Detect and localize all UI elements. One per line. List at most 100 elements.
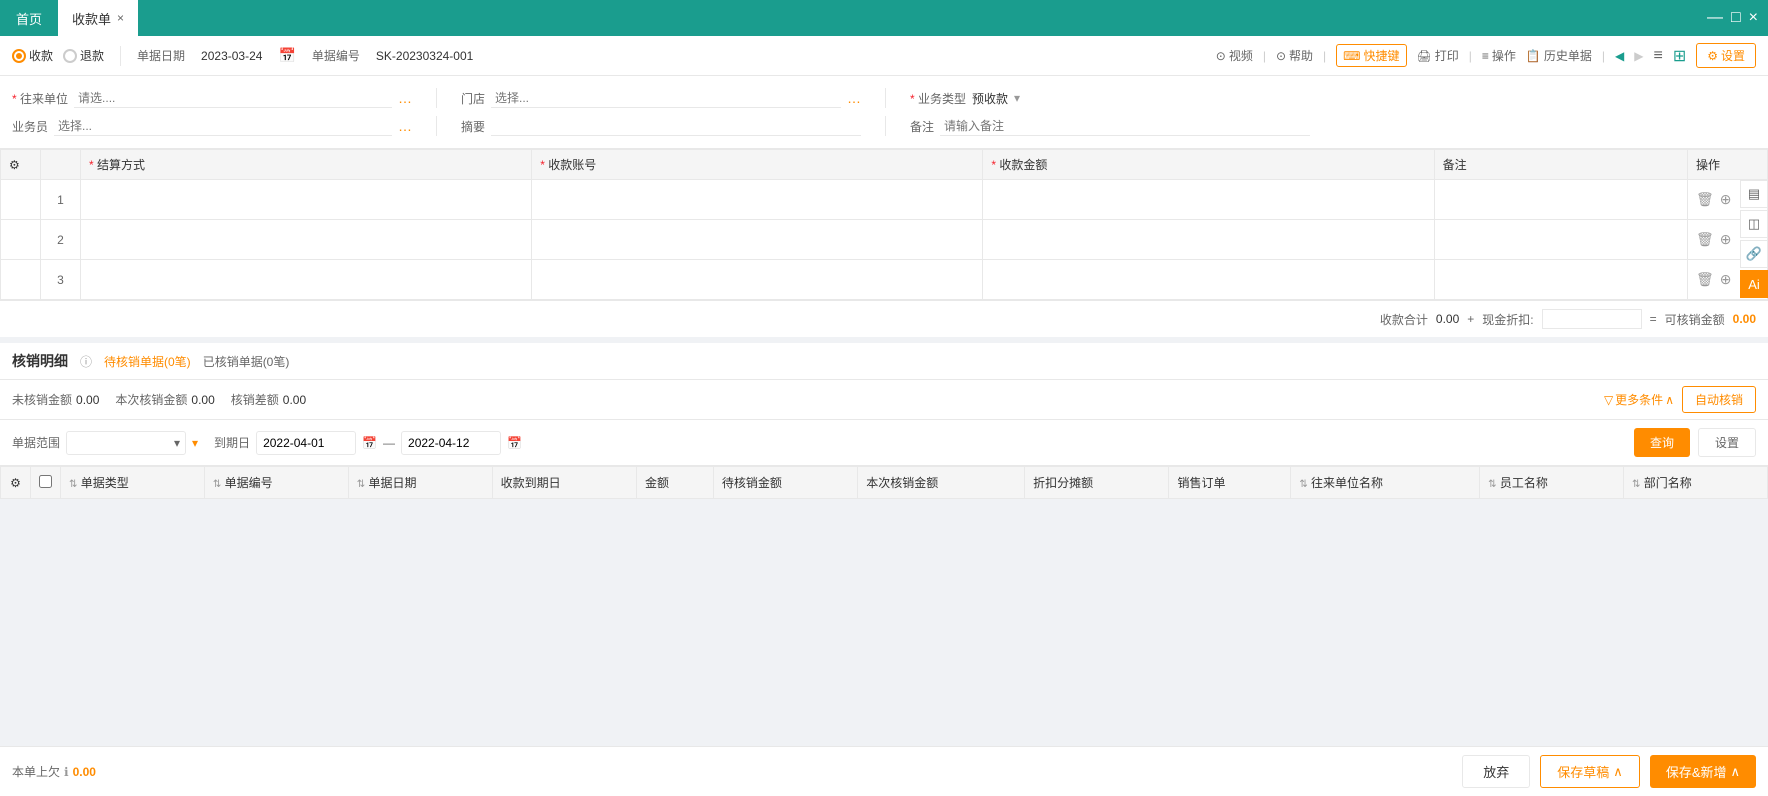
date-value: 2023-03-24	[201, 49, 262, 63]
settings-col-header[interactable]: ⚙	[1, 150, 41, 180]
date-from-input[interactable]	[256, 431, 356, 455]
date-to-input[interactable]	[401, 431, 501, 455]
sidebar-link-icon[interactable]: 🔗	[1740, 240, 1768, 268]
sort-icon[interactable]: ⇅	[69, 479, 77, 490]
form-row-1: 往来单位 … 门店 … 业务类型 预收款 ▾	[12, 84, 1756, 112]
data-table-header: ⚙ ⇅ 单据类型 ⇅ 单据编号	[1, 467, 1768, 499]
row-2-remarks[interactable]	[1434, 220, 1687, 260]
business-type-dropdown-icon[interactable]: ▾	[1014, 91, 1020, 105]
refund-radio[interactable]: 退款	[63, 47, 104, 64]
salesperson-input[interactable]	[54, 117, 392, 136]
prev-icon[interactable]: ◀	[1615, 49, 1624, 63]
summary-input[interactable]	[491, 117, 861, 136]
next-icon[interactable]: ▶	[1634, 49, 1643, 63]
filter-setting-btn[interactable]: 设置	[1698, 428, 1756, 457]
shop-input[interactable]	[491, 89, 841, 108]
query-btn[interactable]: 查询	[1634, 428, 1690, 457]
setting-button[interactable]: ⚙ 设置	[1696, 43, 1756, 68]
right-sidebar: ▤ ◫ 🔗 Ai	[1740, 180, 1768, 298]
shortcut-btn[interactable]: ⌨ 快捷键	[1336, 44, 1406, 67]
list-view-icon[interactable]: ≡	[1653, 47, 1662, 65]
checkbox-th[interactable]	[31, 467, 61, 499]
sidebar-table-icon[interactable]: ▤	[1740, 180, 1768, 208]
table2-settings-icon[interactable]: ⚙	[10, 476, 21, 490]
main-content: 收款 退款 单据日期 2023-03-24 📅 单据编号 SK-20230324…	[0, 36, 1768, 796]
row-3-amount[interactable]	[983, 260, 1434, 300]
remarks-input[interactable]	[940, 117, 1310, 136]
verification-stats: 未核销金额 0.00 本次核销金额 0.00 核销差额 0.00 ▽ 更多条件 …	[0, 380, 1768, 420]
row-3-account[interactable]	[532, 260, 983, 300]
row-2-account[interactable]	[532, 220, 983, 260]
verification-section: 核销明细 ⓘ 待核销单据(0笔) 已核销单据(0笔) 未核销金额 0.00 本次…	[0, 343, 1768, 499]
table-settings-icon[interactable]: ⚙	[9, 158, 20, 172]
maximize-icon[interactable]: □	[1731, 9, 1741, 27]
row-2-copy-icon[interactable]: ⊕	[1720, 231, 1732, 248]
salesperson-more-icon[interactable]: …	[398, 118, 412, 134]
calendar-to-icon[interactable]: 📅	[507, 436, 522, 450]
tab-receipt[interactable]: 收款单 ×	[58, 0, 138, 36]
table-header-row: ⚙ 结算方式 收款账号 收款金额 备注 操作	[1, 150, 1768, 180]
more-conditions-btn[interactable]: ▽ 更多条件 ∧	[1604, 391, 1674, 408]
save-new-chevron: ∧	[1730, 764, 1740, 780]
shop-more-icon[interactable]: …	[847, 90, 861, 106]
row-1-settlement[interactable]	[81, 180, 532, 220]
row-1-account[interactable]	[532, 180, 983, 220]
row-2-num: 2	[41, 220, 81, 260]
operations-btn[interactable]: ≡ 操作	[1482, 47, 1516, 64]
footer-info-icon[interactable]: ℹ	[64, 765, 69, 779]
verification-info-icon[interactable]: ⓘ	[80, 353, 92, 370]
calendar-icon[interactable]: 📅	[278, 47, 295, 64]
row-2-settlement[interactable]	[81, 220, 532, 260]
receipt-radio[interactable]: 收款	[12, 47, 53, 64]
grid-view-icon[interactable]: ⊞	[1673, 46, 1686, 66]
save-new-btn[interactable]: 保存&新增 ∧	[1650, 755, 1756, 788]
auto-verification-btn[interactable]: 自动核销	[1682, 386, 1756, 413]
row-1-amount[interactable]	[983, 180, 1434, 220]
table-row: 3 🗑 ⊕	[1, 260, 1768, 300]
receipt-table: ⚙ 结算方式 收款账号 收款金额 备注 操作	[0, 149, 1768, 300]
tab-home[interactable]: 首页	[0, 0, 58, 36]
tab-close-icon[interactable]: ×	[117, 11, 124, 25]
shop-label: 门店	[461, 90, 485, 107]
range-select[interactable]	[66, 431, 186, 455]
gear-icon: ⚙	[1707, 49, 1718, 63]
sidebar-layout-icon[interactable]: ◫	[1740, 210, 1768, 238]
data-table-wrap: ⚙ ⇅ 单据类型 ⇅ 单据编号	[0, 466, 1768, 499]
history-btn[interactable]: 📋 历史单据	[1526, 47, 1592, 64]
settlement-col-header: 结算方式	[81, 150, 532, 180]
sidebar-ai-icon[interactable]: Ai	[1740, 270, 1768, 298]
sort-icon-4[interactable]: ⇅	[1299, 479, 1307, 490]
help-btn[interactable]: ⊙ 帮助	[1276, 47, 1313, 64]
row-2-delete-icon[interactable]: 🗑	[1696, 231, 1714, 248]
counterpart-more-icon[interactable]: …	[398, 90, 412, 106]
discard-btn[interactable]: 放弃	[1462, 755, 1530, 788]
row-1-remarks[interactable]	[1434, 180, 1687, 220]
refund-radio-label: 退款	[80, 47, 104, 64]
verified-tab[interactable]: 已核销单据(0笔)	[203, 353, 290, 370]
calendar-from-icon[interactable]: 📅	[362, 436, 377, 450]
discount-input[interactable]	[1542, 309, 1642, 329]
range-dropdown-icon[interactable]: ▾	[192, 436, 198, 450]
pending-tab[interactable]: 待核销单据(0笔)	[104, 353, 191, 370]
save-draft-btn[interactable]: 保存草稿 ∧	[1540, 755, 1640, 788]
settings-th[interactable]: ⚙	[1, 467, 31, 499]
video-btn[interactable]: ⊙ 视频	[1216, 47, 1253, 64]
row-2-amount[interactable]	[983, 220, 1434, 260]
row-3-num: 3	[41, 260, 81, 300]
sort-icon-5[interactable]: ⇅	[1488, 479, 1496, 490]
select-all-checkbox[interactable]	[39, 475, 52, 488]
sort-icon-2[interactable]: ⇅	[213, 479, 221, 490]
counterpart-input[interactable]	[74, 89, 392, 108]
sort-icon-6[interactable]: ⇅	[1632, 479, 1640, 490]
row-3-remarks[interactable]	[1434, 260, 1687, 300]
row-1-delete-icon[interactable]: 🗑	[1696, 191, 1714, 208]
row-1-copy-icon[interactable]: ⊕	[1720, 191, 1732, 208]
row-3-copy-icon[interactable]: ⊕	[1720, 271, 1732, 288]
row-3-delete-icon[interactable]: 🗑	[1696, 271, 1714, 288]
print-btn[interactable]: 🖨 打印	[1417, 47, 1459, 64]
business-type-field: 业务类型 预收款 ▾	[910, 90, 1260, 107]
row-3-settlement[interactable]	[81, 260, 532, 300]
window-close-icon[interactable]: ×	[1749, 9, 1758, 27]
sort-icon-3[interactable]: ⇅	[357, 479, 365, 490]
minimize-icon[interactable]: —	[1707, 9, 1723, 27]
